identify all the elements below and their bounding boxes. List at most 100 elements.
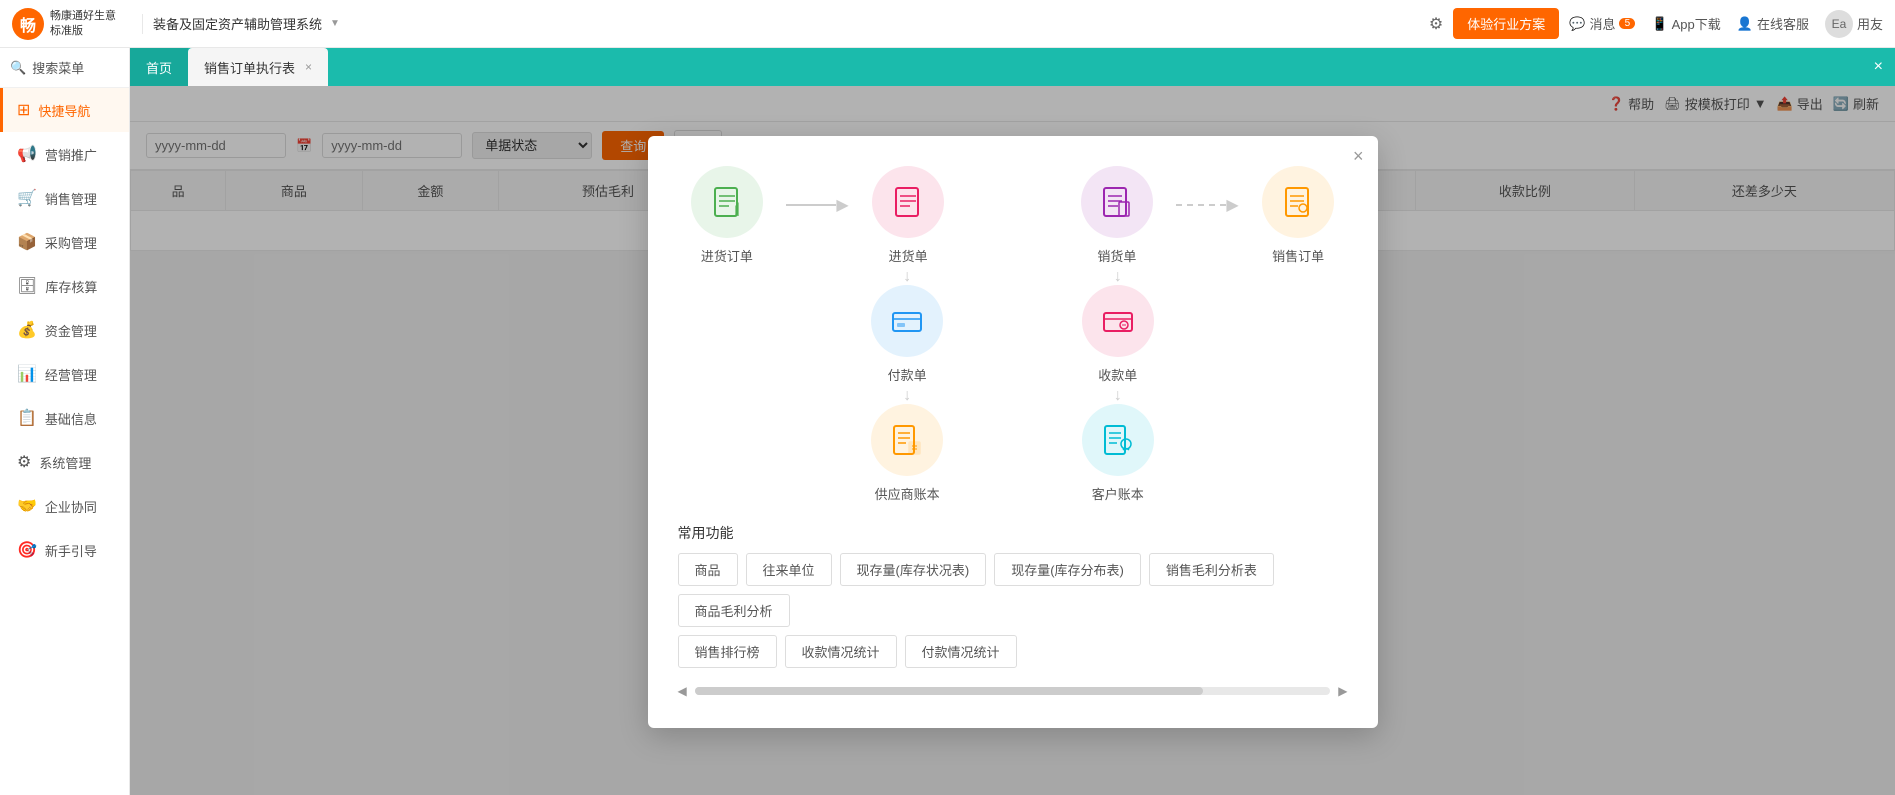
scroll-track[interactable] [695, 687, 1331, 695]
inventory-icon: 🗄 [17, 276, 37, 296]
sidebar-item-inventory[interactable]: 🗄 库存核算 [0, 264, 129, 308]
purchase-bill-circle [872, 166, 944, 238]
func-btn-sales-gross[interactable]: 销售毛利分析表 [1149, 553, 1274, 586]
sidebar-item-finance[interactable]: 💰 资金管理 [0, 308, 129, 352]
app-download-button[interactable]: 📱 App下载 [1651, 14, 1720, 33]
flow-item-customer-account[interactable]: 客户账本 [1068, 404, 1168, 503]
tab-sales-order[interactable]: 销售订单执行表 × [188, 48, 328, 86]
payment-bill-label: 付款单 [888, 365, 927, 384]
top-bar: 畅 畅康通好生意 标准版 装备及固定资产辅助管理系统 ▼ ⚙ 体验行业方案 💬 … [0, 0, 1895, 48]
flow-item-receipt-bill[interactable]: 收款单 [1068, 285, 1168, 384]
content-area: 首页 销售订单执行表 × × ❓ 帮助 🖨 按 [130, 48, 1895, 795]
tab-home[interactable]: 首页 [130, 48, 188, 86]
flow-item-purchase-bill[interactable]: 进货单 [859, 166, 958, 265]
sales-bill-circle [1081, 166, 1153, 238]
func-btn-inventory-dist[interactable]: 现存量(库存分布表) [994, 553, 1141, 586]
settings-icon[interactable]: ⚙ [1429, 14, 1443, 34]
func-btn-sales-rank[interactable]: 销售排行榜 [678, 635, 777, 668]
newbie-icon: 🎯 [17, 540, 37, 560]
arrow-col-payment: ↓ [857, 388, 957, 404]
arrow-col-sales: ↓ [1068, 269, 1168, 285]
sales-order-circle [1262, 166, 1334, 238]
receipt-bill-circle [1082, 285, 1154, 357]
online-service-button[interactable]: 👤 在线客服 [1737, 14, 1809, 33]
logo-area: 畅 畅康通好生意 标准版 [12, 8, 132, 40]
func-btn-product[interactable]: 商品 [678, 553, 738, 586]
sidebar: 🔍 搜索菜单 ⊞ 快捷导航 📢 营销推广 🛒 销售管理 📦 采购管理 🗄 [0, 48, 130, 795]
scroll-thumb [695, 687, 1203, 695]
modal-close-button[interactable]: × [1353, 146, 1364, 167]
func-buttons-row2: 销售排行榜 收款情况统计 付款情况统计 [678, 635, 1348, 668]
flow-item-supplier-account[interactable]: 供应商账本 [857, 404, 957, 503]
func-btn-receipt-stats[interactable]: 收款情况统计 [785, 635, 897, 668]
purchase-icon: 📦 [17, 232, 37, 252]
purchase-bill-label: 进货单 [889, 246, 928, 265]
sales-icon: 🛒 [17, 188, 37, 208]
message-badge: 5 [1619, 18, 1635, 29]
modal-overlay[interactable]: × 进货订单 [130, 86, 1895, 795]
sidebar-item-quick-nav[interactable]: ⊞ 快捷导航 [0, 88, 129, 132]
arrow-right-1: ▶ [786, 195, 848, 215]
arrow-col-purchase: ↓ [857, 269, 957, 285]
arrow-col-receipt: ↓ [1068, 388, 1168, 404]
app-icon: 📱 [1651, 16, 1667, 32]
top-divider [142, 14, 143, 34]
sidebar-item-system[interactable]: ⚙ 系统管理 [0, 440, 129, 484]
purchase-order-label: 进货订单 [701, 246, 753, 265]
supplier-account-circle [871, 404, 943, 476]
page-content: ❓ 帮助 🖨 按模板打印 ▼ 📤 导出 🔄 刷新 [130, 86, 1895, 795]
basic-info-icon: 📋 [17, 408, 37, 428]
system-title-text: 装备及固定资产辅助管理系统 [153, 14, 322, 33]
logo-icon: 畅 [12, 8, 44, 40]
system-title-dropdown-icon[interactable]: ▼ [330, 18, 340, 29]
message-button[interactable]: 💬 消息 5 [1569, 14, 1635, 33]
sidebar-item-purchase[interactable]: 📦 采购管理 [0, 220, 129, 264]
enterprise-icon: 🤝 [17, 496, 37, 516]
receipt-bill-label: 收款单 [1098, 365, 1137, 384]
quick-nav-icon: ⊞ [17, 100, 30, 120]
system-icon: ⚙ [17, 452, 31, 472]
top-right-area: 💬 消息 5 📱 App下载 👤 在线客服 Ea 用友 [1569, 10, 1883, 38]
flow-item-sales-bill[interactable]: 销货单 [1067, 166, 1166, 265]
system-title-area: 装备及固定资产辅助管理系统 ▼ [153, 14, 1419, 33]
sidebar-item-marketing[interactable]: 📢 营销推广 [0, 132, 129, 176]
func-btn-inventory-status[interactable]: 现存量(库存状况表) [840, 553, 987, 586]
message-icon: 💬 [1569, 16, 1585, 32]
customer-account-label: 客户账本 [1092, 484, 1144, 503]
func-btn-product-gross[interactable]: 商品毛利分析 [678, 594, 790, 627]
service-icon: 👤 [1737, 16, 1753, 32]
func-btn-contact[interactable]: 往来单位 [746, 553, 832, 586]
sidebar-search[interactable]: 🔍 搜索菜单 [0, 48, 129, 88]
flow-item-payment-bill[interactable]: 付款单 [857, 285, 957, 384]
scroll-right-icon[interactable]: ▶ [1338, 684, 1347, 698]
common-functions-title: 常用功能 [678, 523, 1348, 543]
tab-close-icon[interactable]: × [305, 60, 312, 74]
func-buttons-row1: 商品 往来单位 现存量(库存状况表) 现存量(库存分布表) 销售毛利分析表 商品… [678, 553, 1348, 627]
sales-order-label: 销售订单 [1272, 246, 1324, 265]
tab-bar-close-icon[interactable]: × [1874, 58, 1883, 76]
sidebar-item-basic-info[interactable]: 📋 基础信息 [0, 396, 129, 440]
sales-bill-label: 销货单 [1097, 246, 1136, 265]
common-functions: 常用功能 商品 往来单位 现存量(库存状况表) 现存量(库存分布表) 销售毛利分… [678, 523, 1348, 668]
marketing-icon: 📢 [17, 144, 37, 164]
purchase-order-circle [691, 166, 763, 238]
modal-scrollbar: ◀ ▶ [678, 684, 1348, 698]
modal: × 进货订单 [648, 136, 1378, 728]
avatar: Ea [1825, 10, 1853, 38]
flow-item-purchase-order[interactable]: 进货订单 [678, 166, 777, 265]
dashed-arrow-left: ▶ [1176, 195, 1238, 215]
flow-item-sales-order[interactable]: 销售订单 [1249, 166, 1348, 265]
logo-text: 畅康通好生意 标准版 [50, 9, 116, 38]
user-area[interactable]: Ea 用友 [1825, 10, 1883, 38]
func-btn-payment-stats[interactable]: 付款情况统计 [905, 635, 1017, 668]
sidebar-item-enterprise[interactable]: 🤝 企业协同 [0, 484, 129, 528]
finance-icon: 💰 [17, 320, 37, 340]
sidebar-item-newbie[interactable]: 🎯 新手引导 [0, 528, 129, 572]
tab-bar: 首页 销售订单执行表 × × [130, 48, 1895, 86]
trial-button[interactable]: 体验行业方案 [1453, 8, 1559, 39]
payment-bill-circle [871, 285, 943, 357]
sidebar-item-operations[interactable]: 📊 经营管理 [0, 352, 129, 396]
scroll-left-icon[interactable]: ◀ [678, 684, 687, 698]
operations-icon: 📊 [17, 364, 37, 384]
sidebar-item-sales[interactable]: 🛒 销售管理 [0, 176, 129, 220]
